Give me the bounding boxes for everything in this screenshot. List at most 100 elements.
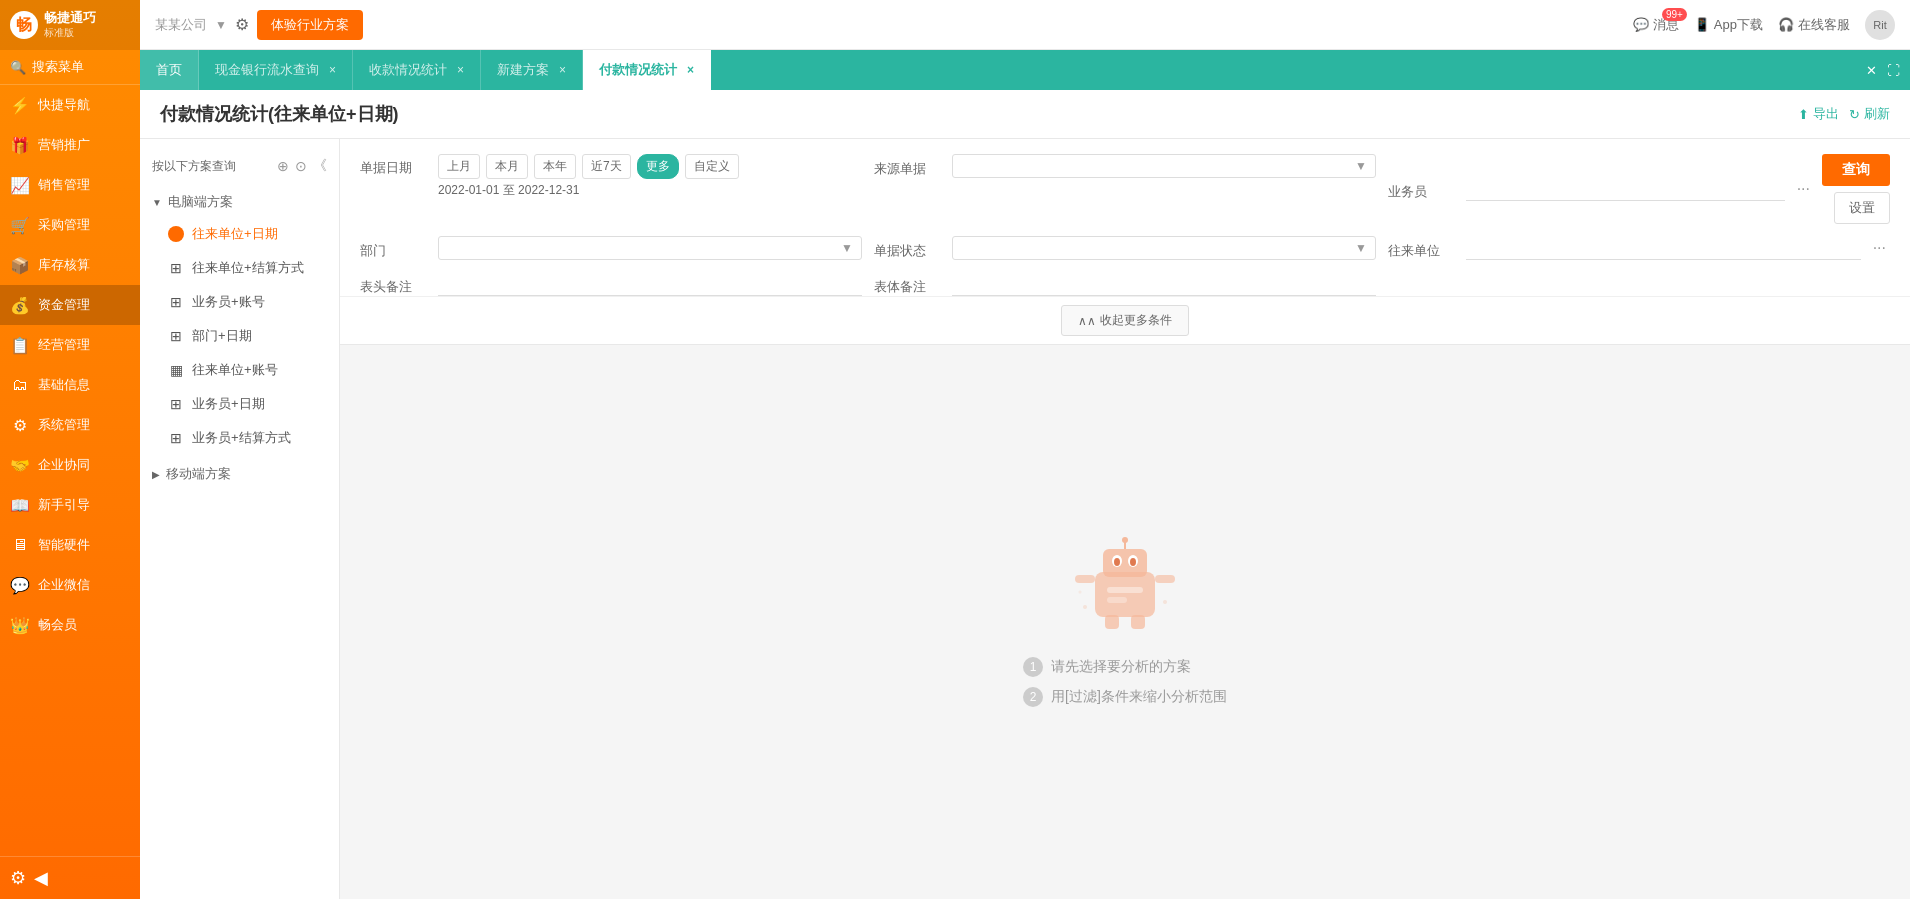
- tab-new-scheme[interactable]: 新建方案 ×: [481, 50, 583, 90]
- hardware-icon: 🖥: [10, 535, 30, 555]
- window-close-icon[interactable]: ✕: [1866, 63, 1877, 78]
- search-label: 搜索菜单: [32, 58, 84, 76]
- sidebar-item-sales[interactable]: 📈 销售管理: [0, 165, 140, 205]
- date-shortcut-more[interactable]: 更多: [637, 154, 679, 179]
- scheme-group-mobile[interactable]: ▶ 移动端方案: [140, 459, 339, 489]
- tab-new-scheme-close[interactable]: ×: [559, 63, 566, 77]
- query-btn[interactable]: 查询: [1822, 154, 1890, 186]
- sidebar-item-inventory[interactable]: 📦 库存核算: [0, 245, 140, 285]
- scheme-add-btn[interactable]: ⊕: [277, 158, 289, 174]
- empty-message-2: 2 用[过滤]条件来缩小分析范围: [1023, 687, 1227, 707]
- scheme-active-icon: [168, 226, 184, 242]
- svg-rect-11: [1107, 597, 1127, 603]
- tab-payable-close[interactable]: ×: [687, 63, 694, 77]
- filter-head-note-input[interactable]: [438, 272, 862, 296]
- sidebar-item-corp[interactable]: 🤝 企业协同: [0, 445, 140, 485]
- sidebar-item-finance[interactable]: 💰 资金管理: [0, 285, 140, 325]
- topbar-avatar[interactable]: Rit: [1865, 10, 1895, 40]
- filter-body-note-input[interactable]: [952, 272, 1376, 296]
- settings-btn[interactable]: 设置: [1834, 192, 1890, 224]
- scheme-settings-btn[interactable]: ⊙: [295, 158, 307, 174]
- tab-receivable[interactable]: 收款情况统计 ×: [353, 50, 481, 90]
- topbar-notifications[interactable]: 💬 消息 99+: [1633, 16, 1679, 34]
- sidebar-item-operation[interactable]: 📋 经营管理: [0, 325, 140, 365]
- topbar-app-download[interactable]: 📱 App下载: [1694, 16, 1763, 34]
- search-icon: 🔍: [10, 60, 26, 75]
- filter-dept-select[interactable]: ▼: [438, 236, 862, 260]
- sidebar-item-system[interactable]: ⚙ 系统管理: [0, 405, 140, 445]
- date-shortcut-7days[interactable]: 近7天: [582, 154, 631, 179]
- logo-name: 畅捷通巧: [44, 10, 96, 26]
- date-shortcut-last-month[interactable]: 上月: [438, 154, 480, 179]
- export-label: 导出: [1813, 105, 1839, 123]
- filter-partner-label: 往来单位: [1388, 236, 1458, 260]
- sidebar-item-wechat[interactable]: 💬 企业微信: [0, 565, 140, 605]
- headset-icon: 🎧: [1778, 17, 1794, 32]
- collapse-icon: ∧∧: [1078, 314, 1096, 328]
- tab-receivable-label: 收款情况统计: [369, 61, 447, 79]
- window-maximize-icon[interactable]: ⛶: [1887, 63, 1900, 78]
- sidebar-collapse-btn[interactable]: ◀: [34, 867, 48, 889]
- scheme-item-5[interactable]: ⊞ 业务员+日期: [140, 387, 339, 421]
- date-shortcut-this-year[interactable]: 本年: [534, 154, 576, 179]
- scheme-item-label-4: 往来单位+账号: [192, 361, 278, 379]
- scheme-item-label-6: 业务员+结算方式: [192, 429, 291, 447]
- sidebar-item-marketing[interactable]: 🎁 营销推广: [0, 125, 140, 165]
- quick-nav-icon: ⚡: [10, 95, 30, 115]
- scheme-table-icon-1: ⊞: [168, 260, 184, 276]
- collapse-btn[interactable]: ∧∧ 收起更多条件: [1061, 305, 1189, 336]
- refresh-btn[interactable]: ↻ 刷新: [1849, 105, 1890, 123]
- scheme-item-1[interactable]: ⊞ 往来单位+结算方式: [140, 251, 339, 285]
- scheme-item-label-0: 往来单位+日期: [192, 225, 278, 243]
- svg-rect-12: [1105, 615, 1119, 629]
- sidebar-item-member[interactable]: 👑 畅会员: [0, 605, 140, 645]
- scheme-item-label-2: 业务员+账号: [192, 293, 265, 311]
- scheme-item-2[interactable]: ⊞ 业务员+账号: [140, 285, 339, 319]
- scheme-item-label-3: 部门+日期: [192, 327, 252, 345]
- filter-partner-dots[interactable]: ···: [1869, 239, 1890, 257]
- sidebar-item-quick-nav[interactable]: ⚡ 快捷导航: [0, 85, 140, 125]
- logo-badge: 标准版: [44, 26, 96, 40]
- scheme-item-4[interactable]: ▦ 往来单位+账号: [140, 353, 339, 387]
- topbar-settings-icon[interactable]: ⚙: [235, 15, 249, 34]
- filter-salesperson-dots[interactable]: ···: [1793, 180, 1814, 198]
- scheme-collapse-btn[interactable]: 《: [313, 157, 327, 175]
- sidebar-item-purchase[interactable]: 🛒 采购管理: [0, 205, 140, 245]
- filter-status-arrow: ▼: [1355, 241, 1367, 255]
- svg-point-5: [1130, 558, 1136, 566]
- filter-status-select[interactable]: ▼: [952, 236, 1376, 260]
- filter-source-select[interactable]: ▼: [952, 154, 1376, 178]
- tab-new-scheme-label: 新建方案: [497, 61, 549, 79]
- export-btn[interactable]: ⬆ 导出: [1798, 105, 1839, 123]
- sidebar-search[interactable]: 🔍 搜索菜单: [0, 50, 140, 85]
- tab-bank-flow-close[interactable]: ×: [329, 63, 336, 77]
- tab-home[interactable]: 首页: [140, 50, 199, 90]
- sidebar-item-basic[interactable]: 🗂 基础信息: [0, 365, 140, 405]
- right-panel: 单据日期 上月 本月 本年 近7天 更多 自定义: [340, 139, 1910, 899]
- sidebar-item-guide[interactable]: 📖 新手引导: [0, 485, 140, 525]
- topbar-customer-service[interactable]: 🎧 在线客服: [1778, 16, 1850, 34]
- marketing-label: 营销推广: [38, 136, 90, 154]
- empty-state: 1 请先选择要分析的方案 2 用[过滤]条件来缩小分析范围: [1023, 537, 1227, 707]
- filter-partner-input[interactable]: [1466, 236, 1861, 260]
- tab-receivable-close[interactable]: ×: [457, 63, 464, 77]
- sidebar-logo: 畅 畅捷通巧 标准版: [0, 0, 140, 50]
- svg-rect-0: [1095, 572, 1155, 617]
- sidebar-settings-btn[interactable]: ⚙: [10, 867, 26, 889]
- scheme-table-icon-3: ⊞: [168, 328, 184, 344]
- filter-salesperson-label: 业务员: [1388, 177, 1458, 201]
- trial-btn[interactable]: 体验行业方案: [257, 10, 363, 40]
- sidebar-item-hardware[interactable]: 🖥 智能硬件: [0, 525, 140, 565]
- topbar-dropdown-arrow[interactable]: ▼: [215, 18, 227, 32]
- scheme-group-desktop-header[interactable]: ▼ 电脑端方案: [140, 187, 339, 217]
- tab-payable[interactable]: 付款情况统计 ×: [583, 50, 711, 90]
- filter-salesperson-input[interactable]: [1466, 177, 1785, 201]
- date-shortcut-custom[interactable]: 自定义: [685, 154, 739, 179]
- corp-label: 企业协同: [38, 456, 90, 474]
- tab-bank-flow[interactable]: 现金银行流水查询 ×: [199, 50, 353, 90]
- scheme-item-6[interactable]: ⊞ 业务员+结算方式: [140, 421, 339, 455]
- date-shortcut-this-month[interactable]: 本月: [486, 154, 528, 179]
- date-range-display: 2022-01-01 至 2022-12-31: [438, 179, 739, 202]
- scheme-item-3[interactable]: ⊞ 部门+日期: [140, 319, 339, 353]
- scheme-item-0[interactable]: 往来单位+日期: [140, 217, 339, 251]
